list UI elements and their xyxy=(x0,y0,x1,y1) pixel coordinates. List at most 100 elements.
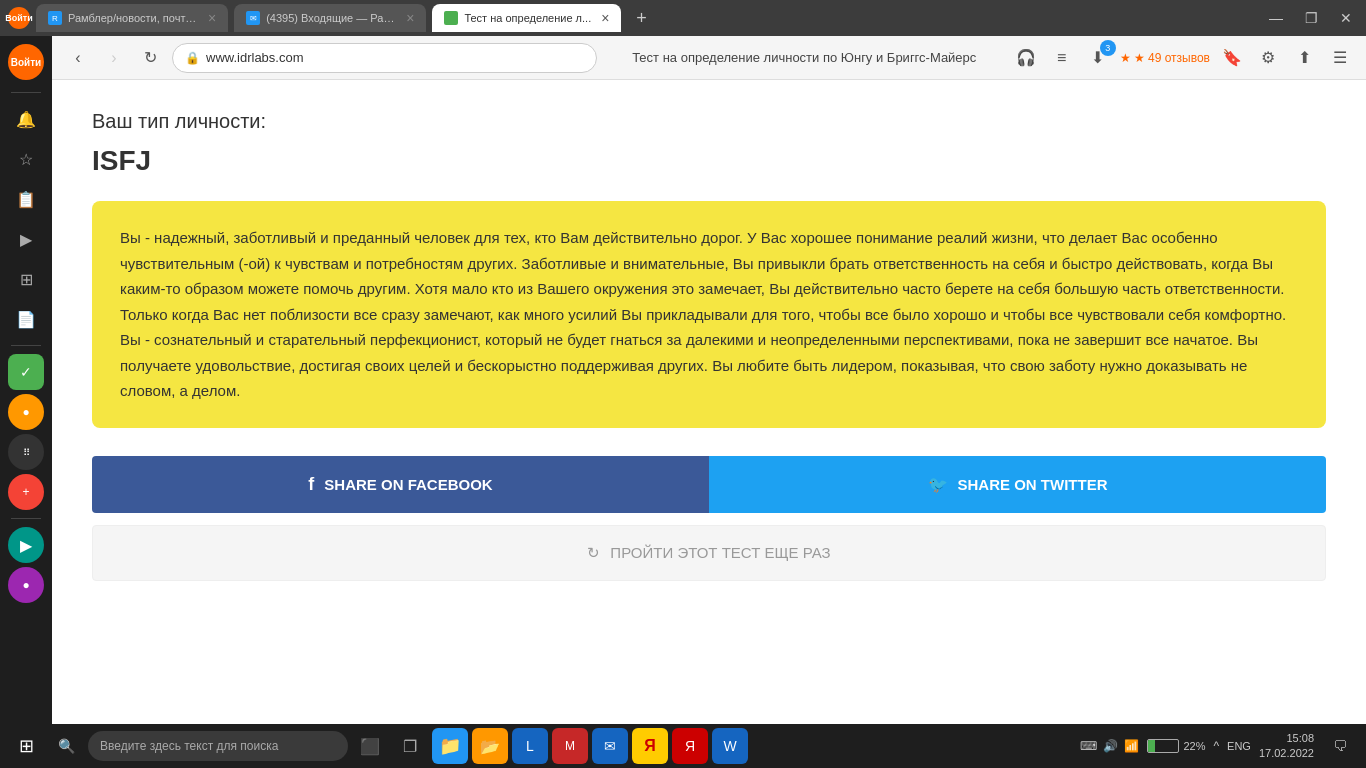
settings-icon[interactable]: ⚙ xyxy=(1254,44,1282,72)
sidebar-icon-orange[interactable]: ● xyxy=(8,394,44,430)
system-clock: 15:08 17.02.2022 xyxy=(1259,731,1314,762)
tab-label-2: (4395) Входящие — Рамб... xyxy=(266,12,396,24)
taskbar-search-placeholder: Введите здесь текст для поиска xyxy=(100,739,278,753)
reviews-badge[interactable]: ★ ★ 49 отзывов xyxy=(1120,51,1210,65)
address-text: www.idrlabs.com xyxy=(206,50,304,65)
nav-page-title: Тест на определение личности по Юнгу и Б… xyxy=(605,50,1004,65)
page-content: Ваш тип личности: ISFJ Вы - надежный, за… xyxy=(52,80,1366,724)
taskbar-app-yandex2[interactable]: Я xyxy=(672,728,708,764)
title-bar-left: Войти R Рамблер/новости, почта ... × ✉ (… xyxy=(8,4,655,32)
tray-icon-3[interactable]: 📶 xyxy=(1124,739,1139,753)
sidebar-icon-teal[interactable]: ▶ xyxy=(8,527,44,563)
sidebar-icon-notes[interactable]: 📋 xyxy=(8,181,44,217)
personality-type: ISFJ xyxy=(92,145,1326,177)
tray-icon-1[interactable]: ⌨ xyxy=(1080,739,1097,753)
close-button[interactable]: ✕ xyxy=(1334,8,1358,28)
tab-rambler-news[interactable]: R Рамблер/новости, почта ... × xyxy=(36,4,228,32)
expand-icon[interactable]: ^ xyxy=(1213,739,1219,753)
clock-time: 15:08 xyxy=(1259,731,1314,746)
battery-fill xyxy=(1148,740,1155,752)
tab-label-1: Рамблер/новости, почта ... xyxy=(68,12,198,24)
taskbar-app-files[interactable]: 📂 xyxy=(472,728,508,764)
refresh-button[interactable]: ↻ xyxy=(136,44,164,72)
taskbar-app-red[interactable]: M xyxy=(552,728,588,764)
tab-close-2[interactable]: × xyxy=(406,10,414,26)
taskbar-search-icon[interactable]: 🔍 xyxy=(48,728,84,764)
clock-date: 17.02.2022 xyxy=(1259,746,1314,761)
bookmark-icon[interactable]: 🔖 xyxy=(1218,44,1246,72)
tab-mail[interactable]: ✉ (4395) Входящие — Рамб... × xyxy=(234,4,426,32)
taskbar-app-yandex[interactable]: Я xyxy=(632,728,668,764)
title-bar-controls: — ❐ ✕ xyxy=(1263,8,1358,28)
description-box: Вы - надежный, заботливый и преданный че… xyxy=(92,201,1326,428)
taskbar-app-mail[interactable]: ✉ xyxy=(592,728,628,764)
sidebar-toggle-icon[interactable]: ☰ xyxy=(1326,44,1354,72)
sidebar-icon-doc[interactable]: 📄 xyxy=(8,301,44,337)
share-icon[interactable]: ⬆ xyxy=(1290,44,1318,72)
description-text: Вы - надежный, заботливый и преданный че… xyxy=(120,225,1298,404)
facebook-icon: f xyxy=(308,474,314,495)
tab-favicon-1: R xyxy=(48,11,62,25)
refresh-icon-retake: ↻ xyxy=(587,544,600,562)
rambler-logo[interactable]: Войти xyxy=(8,7,30,29)
notification-icon[interactable]: 🗨 xyxy=(1322,728,1358,764)
taskbar-app-explorer[interactable]: 📁 xyxy=(432,728,468,764)
sidebar-icon-play[interactable]: ▶ xyxy=(8,221,44,257)
share-facebook-button[interactable]: f SHARE ON FACEBOOK xyxy=(92,456,709,513)
tab-test-active[interactable]: Тест на определение л... × xyxy=(432,4,621,32)
reader-icon[interactable]: ≡ xyxy=(1048,44,1076,72)
retake-test-button[interactable]: ↻ ПРОЙТИ ЭТОТ ТЕСТ ЕЩЕ РАЗ xyxy=(92,525,1326,581)
sidebar-icon-star[interactable]: ☆ xyxy=(8,141,44,177)
sidebar-icon-purple[interactable]: ● xyxy=(8,567,44,603)
lock-icon: 🔒 xyxy=(185,51,200,65)
battery-bar xyxy=(1147,739,1179,753)
taskbar-right: ⌨ 🔊 📶 22% ^ ENG 15:08 17.02.2022 🗨 xyxy=(1080,728,1358,764)
sidebar-icon-bell[interactable]: 🔔 xyxy=(8,101,44,137)
tab-favicon-2: ✉ xyxy=(246,11,260,25)
download-icon[interactable]: ⬇ 3 xyxy=(1084,44,1112,72)
sidebar-icon-dots[interactable]: ⠿ xyxy=(8,434,44,470)
language-indicator[interactable]: ENG xyxy=(1227,740,1251,752)
title-bar: Войти R Рамблер/новости, почта ... × ✉ (… xyxy=(0,0,1366,36)
sidebar: Войти 🔔 ☆ 📋 ▶ ⊞ 📄 ✓ ● ⠿ + ▶ ● xyxy=(0,36,52,724)
download-badge: 3 xyxy=(1100,40,1116,56)
taskbar-cortana-icon[interactable]: ⬛ xyxy=(352,728,388,764)
share-twitter-button[interactable]: 🐦 SHARE ON TWITTER xyxy=(709,456,1326,513)
nav-bar: ‹ › ↻ 🔒 www.idrlabs.com Тест на определе… xyxy=(52,36,1366,80)
taskbar-app-doc[interactable]: W xyxy=(712,728,748,764)
minimize-button[interactable]: — xyxy=(1263,8,1289,28)
reviews-star: ★ xyxy=(1120,51,1131,65)
sidebar-icon-green[interactable]: ✓ xyxy=(8,354,44,390)
tray-expand[interactable]: ^ xyxy=(1213,739,1219,753)
taskbar: ⊞ 🔍 Введите здесь текст для поиска ⬛ ❐ 📁… xyxy=(0,724,1366,768)
taskbar-search-bar[interactable]: Введите здесь текст для поиска xyxy=(88,731,348,761)
restore-button[interactable]: ❐ xyxy=(1299,8,1324,28)
tab-close-3[interactable]: × xyxy=(601,10,609,26)
tab-label-3: Тест на определение л... xyxy=(464,12,591,24)
tray-icon-2[interactable]: 🔊 xyxy=(1103,739,1118,753)
back-button[interactable]: ‹ xyxy=(64,44,92,72)
personality-label: Ваш тип личности: xyxy=(92,110,1326,133)
sidebar-divider-1 xyxy=(11,92,41,93)
start-button[interactable]: ⊞ xyxy=(8,728,44,764)
sidebar-icon-red[interactable]: + xyxy=(8,474,44,510)
headphones-icon[interactable]: 🎧 xyxy=(1012,44,1040,72)
sidebar-icon-grid[interactable]: ⊞ xyxy=(8,261,44,297)
tab-favicon-3 xyxy=(444,11,458,25)
browser-body: Войти 🔔 ☆ 📋 ▶ ⊞ 📄 ✓ ● ⠿ + ▶ ● ‹ › ↻ xyxy=(0,36,1366,724)
address-bar[interactable]: 🔒 www.idrlabs.com xyxy=(172,43,597,73)
retake-button-label: ПРОЙТИ ЭТОТ ТЕСТ ЕЩЕ РАЗ xyxy=(610,544,830,561)
main-area: ‹ › ↻ 🔒 www.idrlabs.com Тест на определе… xyxy=(52,36,1366,724)
taskbar-task-view[interactable]: ❐ xyxy=(392,728,428,764)
sidebar-divider-2 xyxy=(11,345,41,346)
tab-close-1[interactable]: × xyxy=(208,10,216,26)
system-tray-icons: ⌨ 🔊 📶 xyxy=(1080,739,1139,753)
battery-percent: 22% xyxy=(1183,740,1205,752)
new-tab-button[interactable]: + xyxy=(627,4,655,32)
taskbar-app-blue[interactable]: L xyxy=(512,728,548,764)
action-buttons: f SHARE ON FACEBOOK 🐦 SHARE ON TWITTER xyxy=(92,456,1326,513)
sidebar-avatar[interactable]: Войти xyxy=(8,44,44,80)
sidebar-divider-3 xyxy=(11,518,41,519)
forward-button[interactable]: › xyxy=(100,44,128,72)
twitter-button-label: SHARE ON TWITTER xyxy=(958,476,1108,493)
